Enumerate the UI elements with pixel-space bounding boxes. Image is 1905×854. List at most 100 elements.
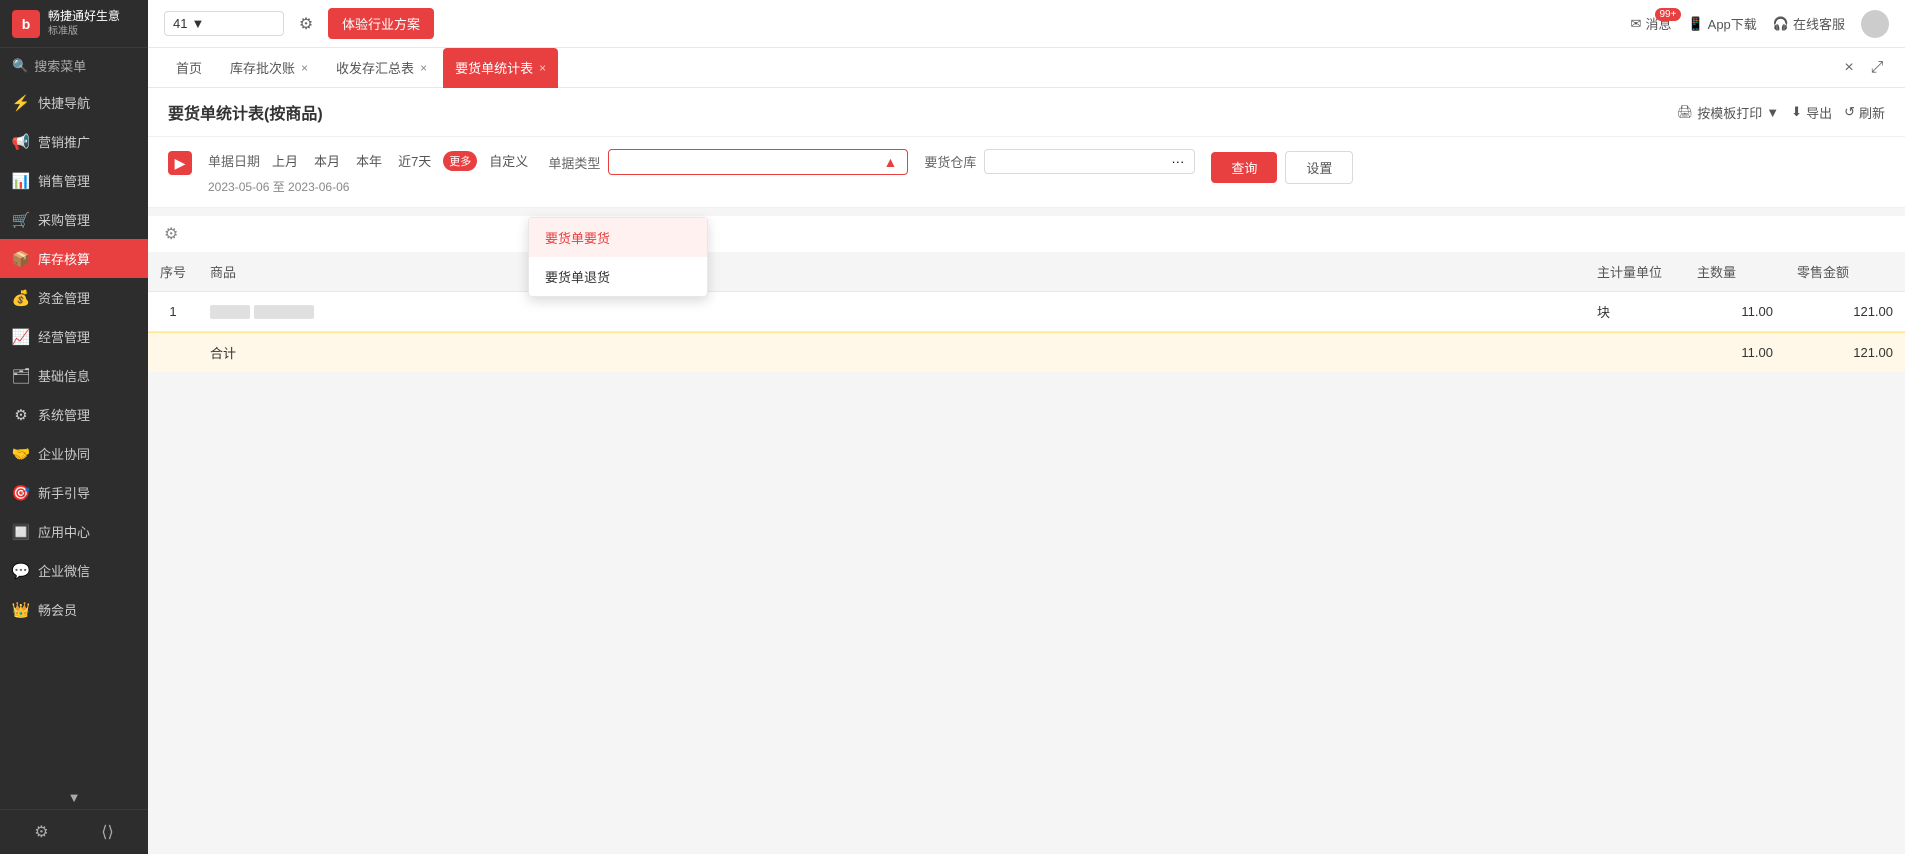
type-filter-group: 单据类型 ▲ (548, 149, 908, 175)
print-button[interactable]: 🖨 按模板打印 ▼ (1677, 103, 1779, 122)
sidebar-item-member[interactable]: 👑 畅会员 (0, 590, 148, 629)
finance-icon: 💰 (12, 289, 30, 307)
query-button[interactable]: 查询 (1211, 152, 1277, 183)
date-this-month[interactable]: 本月 (310, 149, 344, 172)
cell-goods-1 (198, 292, 1585, 332)
collapse-sidebar-icon[interactable]: ⟨⟩ (97, 818, 117, 846)
store-selector[interactable]: 41 ▼ (164, 11, 284, 36)
quick-nav-icon: ⚡ (12, 94, 30, 112)
warehouse-more-icon[interactable]: ··· (1171, 154, 1184, 169)
sidebar-item-finance[interactable]: 💰 资金管理 (0, 278, 148, 317)
cell-amount-1: 121.00 (1785, 292, 1905, 332)
date-this-year[interactable]: 本年 (352, 149, 386, 172)
sidebar-item-basics[interactable]: 🗂 基础信息 (0, 356, 148, 395)
dropdown-item-order-return[interactable]: 要货单退货 (529, 257, 707, 296)
operations-icon: 📈 (12, 328, 30, 346)
sidebar-item-wechat[interactable]: 💬 企业微信 (0, 551, 148, 590)
member-icon: 👑 (12, 601, 30, 619)
tab-home[interactable]: 首页 (164, 48, 214, 88)
filter-settings-button[interactable]: 设置 (1285, 151, 1353, 184)
app-logo-text: 畅捷通好生意 标准版 (48, 9, 120, 38)
filter-actions: 查询 设置 (1211, 151, 1353, 184)
topbar-right: ✉ 消息 99+ 📱 App下载 🎧 在线客服 (1631, 10, 1889, 38)
footer-qty: 11.00 (1673, 345, 1773, 360)
sidebar-item-inventory[interactable]: 📦 库存核算 (0, 239, 148, 278)
online-service-button[interactable]: 🎧 在线客服 (1773, 14, 1845, 33)
sidebar-item-sales[interactable]: 📊 销售管理 (0, 161, 148, 200)
type-input[interactable] (619, 155, 883, 170)
table-container: ⚙ 序号 商品 主计量单位 主数量 (148, 216, 1905, 332)
close-tab-order-summary[interactable]: × (539, 61, 546, 75)
settings-footer-icon[interactable]: ⚙ (30, 818, 52, 846)
sidebar-logo: b 畅捷通好生意 标准版 (0, 0, 148, 48)
close-tab-batch-account[interactable]: × (301, 61, 308, 75)
sidebar-item-operations[interactable]: 📈 经营管理 (0, 317, 148, 356)
sidebar-item-cooperation[interactable]: 🤝 企业协同 (0, 434, 148, 473)
type-select-arrow-up[interactable]: ▲ (883, 154, 897, 170)
type-select[interactable]: ▲ (608, 149, 908, 175)
header-actions: 🖨 按模板打印 ▼ ⬇ 导出 ↺ 刷新 (1677, 103, 1885, 122)
cell-unit-1: 块 (1585, 292, 1685, 332)
app-download-button[interactable]: 📱 App下载 (1687, 14, 1756, 33)
date-recent-7[interactable]: 近7天 (394, 149, 435, 172)
tab-receive-summary[interactable]: 收发存汇总表 × (324, 48, 439, 88)
table-footer-row: 合计 11.00 121.00 (148, 332, 1905, 372)
store-num: 41 (173, 16, 187, 31)
table-row: 1 块 11.00 121.00 (148, 292, 1905, 332)
close-tab-receive-summary[interactable]: × (420, 61, 427, 75)
col-header-amount: 零售金额 (1785, 252, 1905, 292)
table-toolbar: ⚙ (148, 216, 1905, 252)
cell-seq-1: 1 (148, 292, 198, 332)
tab-batch-account[interactable]: 库存批次账 × (218, 48, 320, 88)
messages-badge: 99+ (1655, 8, 1682, 21)
table-column-settings-icon[interactable]: ⚙ (164, 224, 178, 244)
date-shortcuts: 上月 本月 本年 近7天 更多 自定义 (268, 149, 532, 172)
table-header-row: 序号 商品 主计量单位 主数量 零售金额 (148, 252, 1905, 292)
sidebar-search-item[interactable]: 🔍 搜索菜单 (0, 48, 148, 83)
export-icon: ⬇ (1791, 104, 1802, 120)
data-table: 序号 商品 主计量单位 主数量 零售金额 (148, 252, 1905, 332)
sidebar-item-quick-nav[interactable]: ⚡ 快捷导航 (0, 83, 148, 122)
export-button[interactable]: ⬇ 导出 (1791, 103, 1832, 122)
date-last-month[interactable]: 上月 (268, 149, 302, 172)
search-icon: 🔍 (12, 58, 28, 74)
trial-button[interactable]: 体验行业方案 (328, 8, 434, 39)
topbar-left: 41 ▼ ⚙ 体验行业方案 (164, 8, 1619, 39)
message-icon: ✉ (1631, 16, 1642, 32)
refresh-button[interactable]: ↺ 刷新 (1844, 103, 1885, 122)
print-expand-icon: ▼ (1766, 105, 1779, 120)
system-icon: ⚙ (12, 406, 30, 424)
sidebar-scroll-down[interactable]: ▼ (0, 786, 148, 809)
user-avatar[interactable] (1861, 10, 1889, 38)
tabs-right-actions: × ⤢ (1837, 56, 1889, 80)
sidebar-item-purchase[interactable]: 🛒 采购管理 (0, 200, 148, 239)
headset-icon: 🎧 (1773, 16, 1789, 32)
sidebar-item-marketing[interactable]: 📢 营销推广 (0, 122, 148, 161)
purchase-icon: 🛒 (12, 211, 30, 229)
app-logo-icon: b (12, 10, 40, 38)
date-custom[interactable]: 自定义 (485, 149, 532, 172)
mobile-icon: 📱 (1687, 16, 1703, 32)
col-header-goods: 商品 (198, 252, 1585, 292)
warehouse-input[interactable] (995, 154, 1171, 169)
tab-order-summary[interactable]: 要货单统计表 × (443, 48, 558, 88)
type-label: 单据类型 (548, 153, 600, 172)
warehouse-select[interactable]: ··· (984, 149, 1195, 174)
refresh-icon: ↺ (1844, 104, 1855, 120)
topbar-gear-button[interactable]: ⚙ (292, 10, 320, 38)
sidebar-item-system[interactable]: ⚙ 系统管理 (0, 395, 148, 434)
dropdown-item-order-goods[interactable]: 要货单要货 (529, 218, 707, 257)
filter-toggle-button[interactable]: ▶ (168, 151, 192, 175)
inventory-icon: 📦 (12, 250, 30, 268)
tabs-expand-button[interactable]: ⤢ (1865, 56, 1889, 80)
sidebar-item-guide[interactable]: 🎯 新手引导 (0, 473, 148, 512)
date-more-badge[interactable]: 更多 (443, 151, 477, 171)
sidebar-item-appstore[interactable]: 🔲 应用中心 (0, 512, 148, 551)
warehouse-filter-group: 要货仓库 ··· (924, 149, 1195, 174)
messages-button[interactable]: ✉ 消息 99+ (1631, 14, 1672, 33)
cell-qty-1: 11.00 (1685, 292, 1785, 332)
col-header-unit: 主计量单位 (1585, 252, 1685, 292)
appstore-icon: 🔲 (12, 523, 30, 541)
page-content: 要货单统计表(按商品) 🖨 按模板打印 ▼ ⬇ 导出 ↺ 刷新 ▶ (148, 88, 1905, 854)
tabs-close-all-button[interactable]: × (1837, 56, 1861, 80)
